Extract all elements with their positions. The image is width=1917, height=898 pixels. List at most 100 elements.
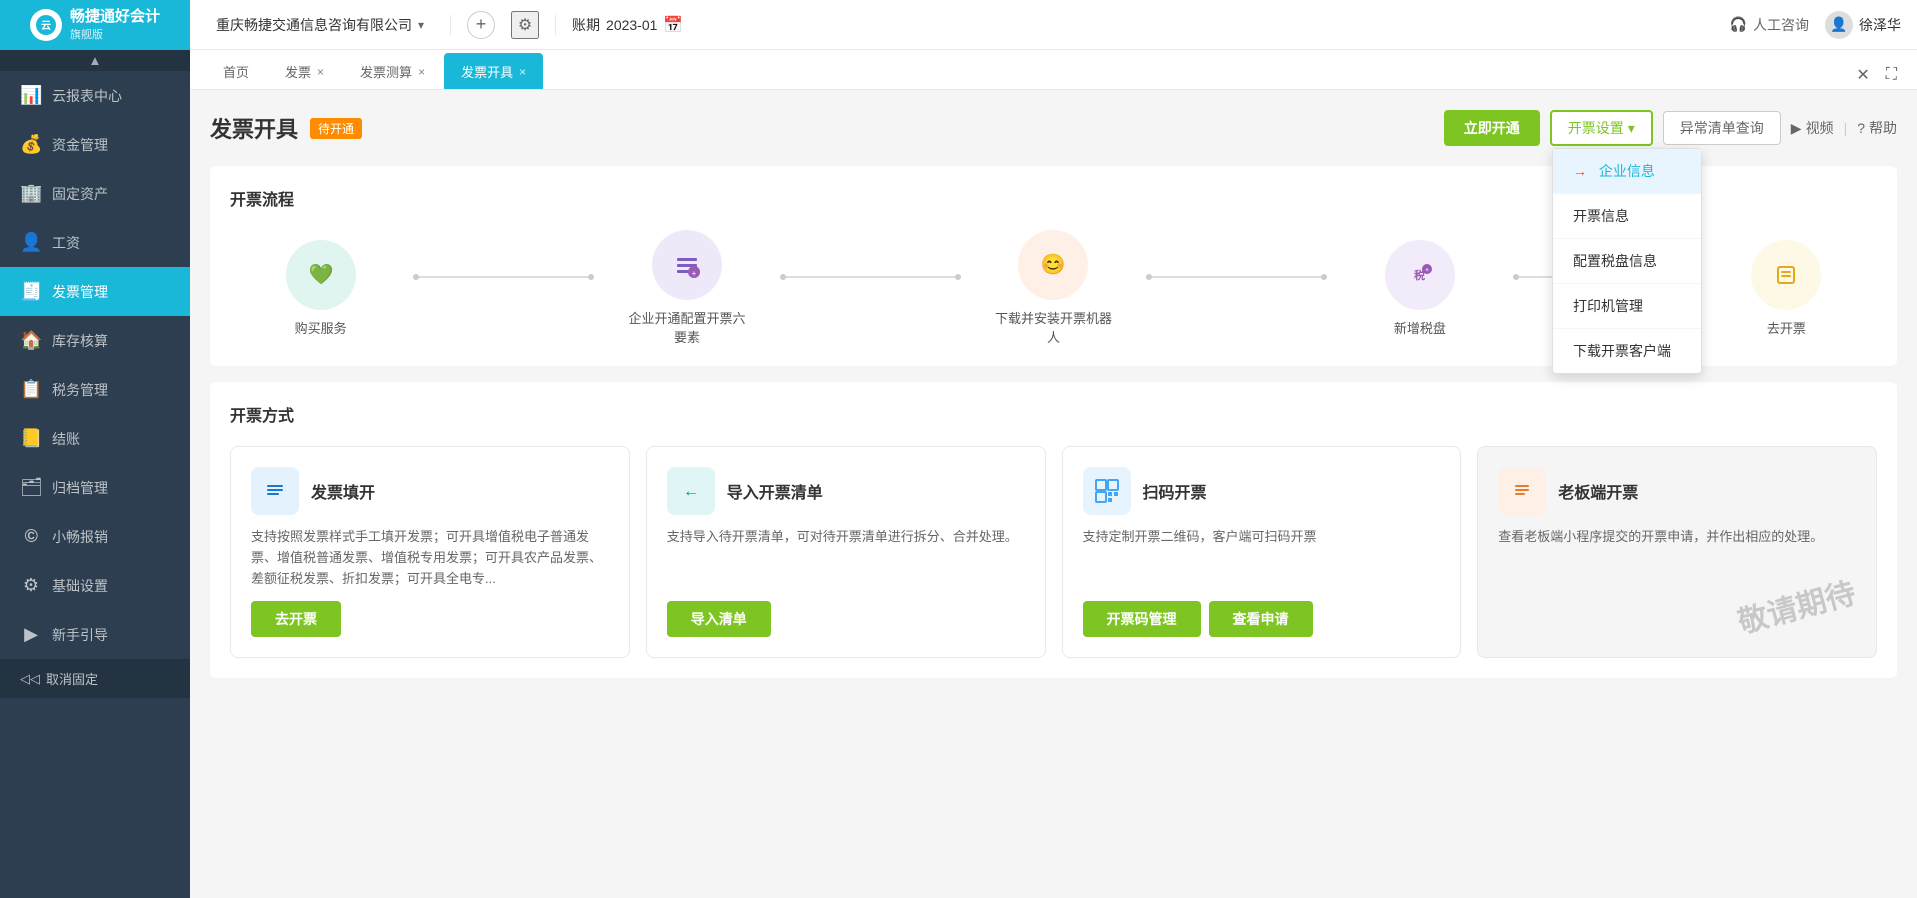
chevron-down-icon: ▾	[418, 18, 424, 32]
calendar-icon[interactable]: 📅	[663, 15, 683, 35]
scan-method-title: 扫码开票	[1143, 479, 1207, 503]
dropdown-item-label: 下载开票客户端	[1573, 343, 1671, 359]
sidebar-item-label: 小畅报销	[52, 527, 108, 547]
top-right-area: 🎧 人工咨询 👤 徐泽华	[1730, 11, 1901, 39]
divider	[450, 15, 451, 35]
scan-method-icon	[1083, 467, 1131, 515]
content-area: 首页 发票 × 发票测算 × 发票开具 × ✕ ⛶	[190, 50, 1917, 898]
sidebar-item-cloud-report[interactable]: 📊 云报表中心	[0, 71, 190, 120]
sidebar-item-invoice[interactable]: 🧾 发票管理	[0, 267, 190, 316]
period-area: 账期 2023-01 📅	[572, 15, 683, 35]
import-method-title: 导入开票清单	[727, 479, 823, 503]
guide-icon: ▶	[20, 624, 42, 645]
step-2-label: 企业开通配置开票六要素	[627, 308, 747, 346]
tab-invoice-issue[interactable]: 发票开具 ×	[444, 53, 543, 89]
settings-button[interactable]: 开票设置 ▾	[1550, 110, 1653, 146]
invoice-icon: 🧾	[20, 281, 42, 302]
tab-expand-button[interactable]: ⛶	[1882, 62, 1901, 88]
archive-icon: 🗂	[20, 477, 42, 498]
activate-button[interactable]: 立即开通	[1444, 110, 1540, 146]
methods-title: 开票方式	[230, 402, 1877, 426]
gear-icon[interactable]: ⚙	[511, 11, 539, 39]
settings-icon: ⚙	[20, 575, 42, 596]
sidebar-item-fund[interactable]: 💰 资金管理	[0, 120, 190, 169]
dropdown-item-label: 开票信息	[1573, 208, 1629, 224]
tab-close-button[interactable]: ✕	[1852, 61, 1873, 89]
sidebar-item-guide[interactable]: ▶ 新手引导	[0, 610, 190, 659]
page-title: 发票开具	[210, 112, 298, 144]
red-arrow-icon: →	[1573, 163, 1587, 179]
import-method-btn[interactable]: 导入清单	[667, 601, 771, 637]
fill-method-title: 发票填开	[311, 479, 375, 503]
svg-text:+: +	[1425, 267, 1429, 274]
dropdown-item-label: 配置税盘信息	[1573, 253, 1657, 269]
method-card-header: 发票填开	[251, 467, 609, 515]
tab-close-icon[interactable]: ×	[418, 65, 425, 79]
step-1-icon: 💚	[286, 240, 356, 310]
step-5-label: 去开票	[1767, 318, 1806, 337]
app-edition: 旗舰版	[70, 26, 160, 42]
import-method-desc: 支持导入待开票清单，可对待开票清单进行拆分、合并处理。	[667, 527, 1025, 589]
sidebar-item-inventory[interactable]: 🏠 库存核算	[0, 316, 190, 365]
process-step-5: 去开票	[1696, 240, 1877, 337]
dropdown-item-printer[interactable]: 打印机管理	[1553, 284, 1701, 329]
company-name: 重庆畅捷交通信息咨询有限公司	[216, 15, 412, 35]
sidebar-item-label: 基础设置	[52, 576, 108, 596]
connector	[780, 276, 961, 278]
import-method-icon: ←	[667, 467, 715, 515]
connector	[1146, 276, 1327, 278]
sidebar-item-salary[interactable]: 👤 工资	[0, 218, 190, 267]
fill-method-btn[interactable]: 去开票	[251, 601, 341, 637]
tab-invoice-issue-label: 发票开具	[461, 62, 513, 81]
sidebar-item-account[interactable]: 📒 结账	[0, 414, 190, 463]
sidebar-item-fixed-assets[interactable]: 🏢 固定资产	[0, 169, 190, 218]
dropdown-item-tax-disk[interactable]: 配置税盘信息	[1553, 239, 1701, 284]
tab-invoice-label: 发票	[285, 62, 311, 81]
add-button[interactable]: +	[467, 11, 495, 39]
svg-text:云: 云	[41, 20, 51, 32]
tab-invoice-calc-label: 发票测算	[360, 62, 412, 81]
help-label: 帮助	[1869, 118, 1897, 138]
settings-dropdown: → 企业信息 开票信息 配置税盘信息 打印机管理	[1552, 148, 1702, 374]
settings-btn-label: 开票设置	[1568, 118, 1624, 138]
page-actions: 立即开通 开票设置 ▾ 异常清单查询 ▶ 视频 | ?	[1444, 110, 1897, 146]
tab-invoice[interactable]: 发票 ×	[268, 53, 341, 89]
report-icon: ©	[20, 526, 42, 547]
sidebar-scroll-up[interactable]: ▲	[0, 50, 190, 71]
user-area[interactable]: 👤 徐泽华	[1825, 11, 1901, 39]
salary-icon: 👤	[20, 232, 42, 253]
dropdown-item-download-client[interactable]: 下载开票客户端	[1553, 329, 1701, 373]
scan-view-apply-btn[interactable]: 查看申请	[1209, 601, 1313, 637]
step-1-label: 购买服务	[295, 318, 347, 337]
abnormal-button[interactable]: 异常清单查询	[1663, 111, 1781, 145]
fund-icon: 💰	[20, 134, 42, 155]
dropdown-item-company[interactable]: → 企业信息	[1553, 149, 1701, 194]
process-step-2: + 企业开通配置开票六要素	[596, 230, 777, 346]
tab-invoice-calc[interactable]: 发票测算 ×	[343, 53, 442, 89]
tab-close-icon[interactable]: ×	[317, 65, 324, 79]
sidebar-item-tax[interactable]: 📋 税务管理	[0, 365, 190, 414]
period-value: 2023-01	[606, 17, 657, 33]
video-label: 视频	[1806, 118, 1834, 138]
play-icon: ▶	[1791, 120, 1802, 137]
video-button[interactable]: ▶ 视频	[1791, 118, 1834, 138]
svg-text:💚: 💚	[308, 263, 333, 286]
company-selector[interactable]: 重庆畅捷交通信息咨询有限公司 ▾	[206, 11, 434, 39]
sidebar-item-archive[interactable]: 🗂 归档管理	[0, 463, 190, 512]
tab-bar: 首页 发票 × 发票测算 × 发票开具 × ✕ ⛶	[190, 50, 1917, 90]
question-icon: ?	[1857, 120, 1865, 136]
sidebar-item-label: 归档管理	[52, 478, 108, 498]
sidebar-cancel-pin[interactable]: ◁◁ 取消固定	[0, 659, 190, 698]
consult-button[interactable]: 🎧 人工咨询	[1730, 15, 1809, 35]
sidebar-item-settings[interactable]: ⚙ 基础设置	[0, 561, 190, 610]
sidebar-item-label: 资金管理	[52, 135, 108, 155]
tab-close-icon[interactable]: ×	[519, 65, 526, 79]
consult-label: 人工咨询	[1753, 15, 1809, 35]
dropdown-item-invoice-info[interactable]: 开票信息	[1553, 194, 1701, 239]
fill-method-desc: 支持按照发票样式手工填开发票；可开具增值税电子普通发票、增值税普通发票、增值税专…	[251, 527, 609, 589]
tab-home[interactable]: 首页	[206, 53, 266, 89]
scan-code-manage-btn[interactable]: 开票码管理	[1083, 601, 1201, 637]
help-button[interactable]: ? 帮助	[1857, 118, 1897, 138]
sidebar-item-report[interactable]: © 小畅报销	[0, 512, 190, 561]
step-3-icon: 😊	[1018, 230, 1088, 300]
